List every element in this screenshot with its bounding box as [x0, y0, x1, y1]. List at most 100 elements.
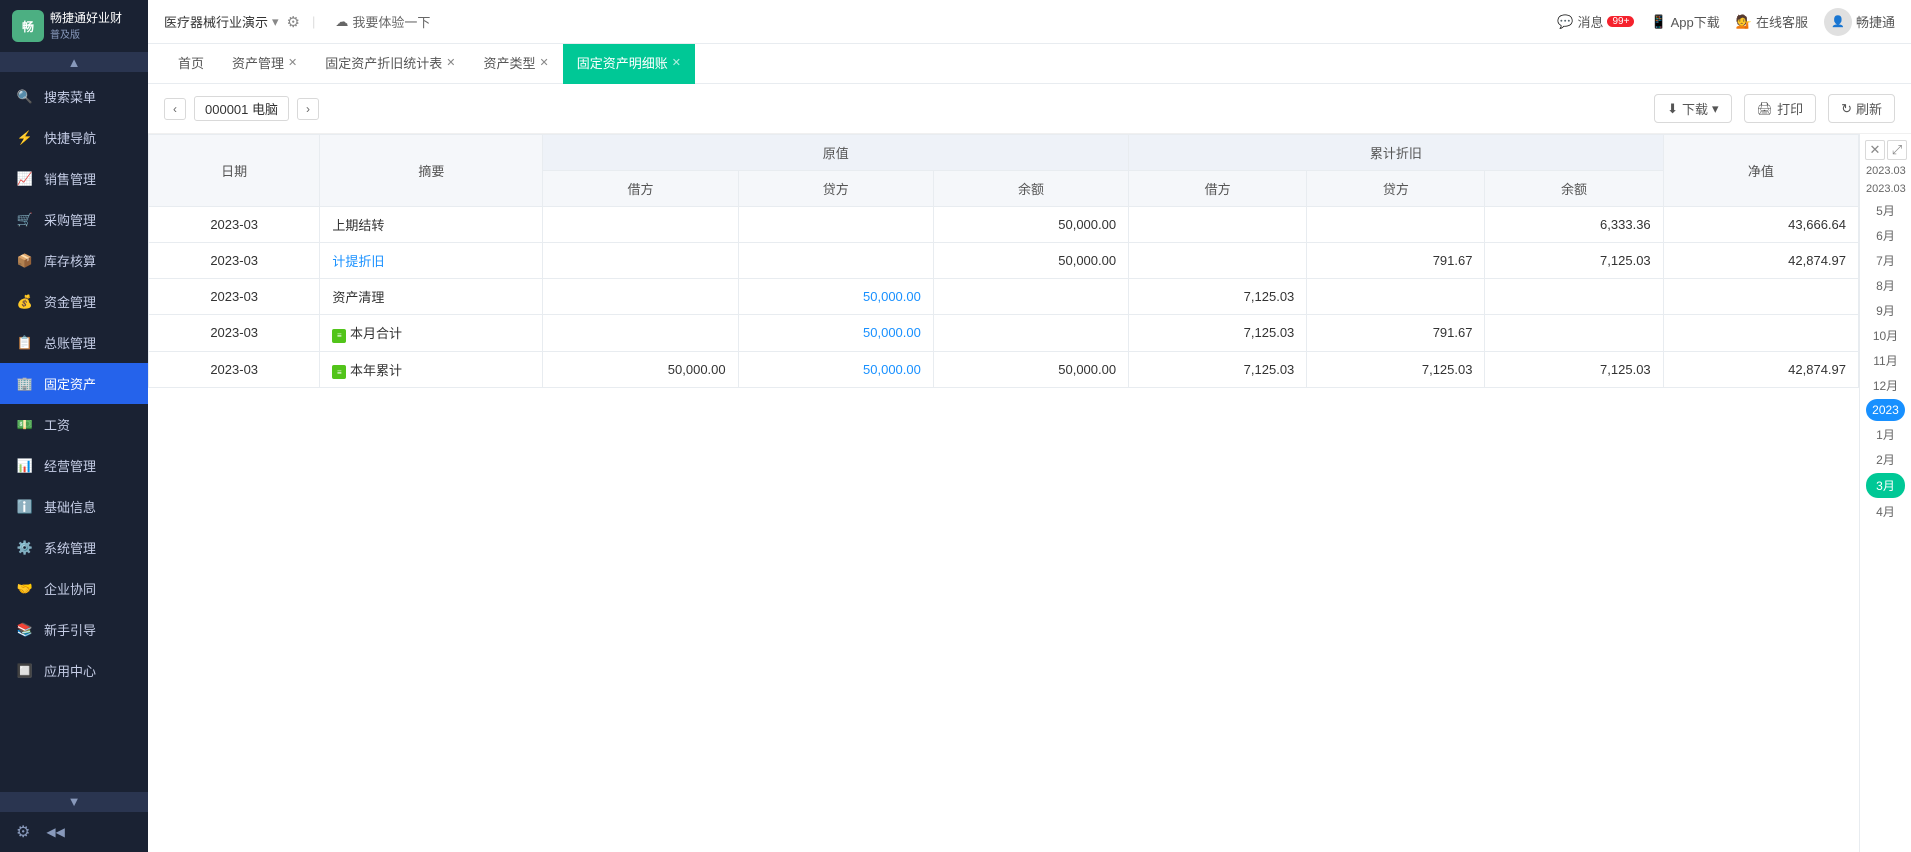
tab-asset-type[interactable]: 资产类型 ✕	[469, 44, 562, 84]
sidebar-item-sales[interactable]: 📈 销售管理	[0, 158, 148, 199]
experience-btn[interactable]: ☁ 我要体验一下	[335, 12, 430, 31]
cell-accum-debit: 7,125.03	[1129, 351, 1307, 388]
sidebar-scroll-up[interactable]: ▲	[0, 53, 148, 72]
row-icon: ≡	[332, 329, 346, 343]
avatar: 👤	[1824, 8, 1852, 36]
cell-orig-debit	[543, 279, 738, 315]
settings-gear-icon[interactable]: ⚙	[287, 13, 300, 31]
messages-btn[interactable]: 💬 消息 99+	[1557, 12, 1634, 31]
cell-date: 2023-03	[149, 315, 320, 352]
cell-accum-balance: 6,333.36	[1485, 207, 1663, 243]
sidebar-scroll-down[interactable]: ▼	[0, 792, 148, 811]
settings-icon[interactable]: ⚙	[16, 822, 30, 842]
panel-close-btn[interactable]: ✕	[1865, 140, 1885, 160]
tab-home[interactable]: 首页	[164, 44, 218, 84]
prev-asset-btn[interactable]: ‹	[164, 98, 186, 120]
timeline-month-item[interactable]: 9月	[1862, 298, 1909, 323]
next-asset-btn[interactable]: ›	[297, 98, 319, 120]
timeline-month-item[interactable]: 2月	[1862, 447, 1909, 472]
cell-accum-credit: 791.67	[1307, 243, 1485, 279]
panel-expand-btn[interactable]: ⤢	[1887, 140, 1907, 160]
timeline-month-item[interactable]: 2023	[1866, 399, 1905, 421]
sidebar-item-operations[interactable]: 📊 经营管理	[0, 445, 148, 486]
cell-accum-credit: 7,125.03	[1307, 351, 1485, 388]
company-selector[interactable]: 医疗器械行业演示 ▾	[164, 12, 279, 31]
tab-close-icon[interactable]: ✕	[540, 56, 549, 69]
timeline-month-item[interactable]: 5月	[1862, 198, 1909, 223]
th-accum-debit: 借方	[1129, 171, 1307, 207]
cell-net-value: 42,874.97	[1663, 243, 1858, 279]
sidebar-item-inventory[interactable]: 📦 库存核算	[0, 240, 148, 281]
sidebar-item-finance[interactable]: 💰 资金管理	[0, 281, 148, 322]
timeline-month-item[interactable]: 4月	[1862, 499, 1909, 524]
sidebar-item-basicinfo[interactable]: ℹ️ 基础信息	[0, 486, 148, 527]
timeline-month-item[interactable]: 3月	[1866, 473, 1905, 498]
cell-accum-balance: 7,125.03	[1485, 351, 1663, 388]
cell-orig-credit: 50,000.00	[738, 279, 933, 315]
cell-date: 2023-03	[149, 243, 320, 279]
sidebar-item-purchase[interactable]: 🛒 采购管理	[0, 199, 148, 240]
timeline-month-item[interactable]: 10月	[1862, 323, 1909, 348]
sidebar-item-search[interactable]: 🔍 搜索菜单	[0, 76, 148, 117]
th-summary: 摘要	[320, 135, 543, 207]
th-accum-balance: 余额	[1485, 171, 1663, 207]
tab-close-icon[interactable]: ✕	[446, 56, 455, 69]
tab-asset-mgmt-label: 资产管理	[232, 53, 284, 72]
tab-depreciation-stats[interactable]: 固定资产折旧统计表 ✕	[311, 44, 469, 84]
tab-asset-mgmt[interactable]: 资产管理 ✕	[218, 44, 311, 84]
th-accum-credit: 贷方	[1307, 171, 1485, 207]
tab-close-icon[interactable]: ✕	[672, 56, 681, 69]
cell-orig-credit: 50,000.00	[738, 315, 933, 352]
cooperation-icon: 🤝	[16, 580, 34, 598]
cell-accum-credit	[1307, 279, 1485, 315]
main-area: 医疗器械行业演示 ▾ ⚙ | ☁ 我要体验一下 💬 消息 99+ 📱 App下载…	[148, 0, 1911, 852]
timeline-top-2: 2023.03	[1860, 180, 1911, 198]
download-btn[interactable]: ⬇ 下载 ▾	[1654, 94, 1731, 123]
sidebar-item-label: 库存核算	[44, 251, 96, 270]
cell-summary: ≡ 本月合计	[320, 315, 543, 352]
service-icon: 💁	[1736, 14, 1752, 30]
sidebar-item-label: 搜索菜单	[44, 87, 96, 106]
sidebar-item-label: 采购管理	[44, 210, 96, 229]
cell-accum-debit: 7,125.03	[1129, 315, 1307, 352]
print-btn[interactable]: 🖨 打印	[1744, 94, 1817, 123]
timeline-month-item[interactable]: 6月	[1862, 223, 1909, 248]
cell-orig-credit: 50,000.00	[738, 351, 933, 388]
tab-asset-detail-label: 固定资产明细账	[577, 53, 668, 72]
salary-icon: 💵	[16, 416, 34, 434]
sidebar-item-quicknav[interactable]: ⚡ 快捷导航	[0, 117, 148, 158]
sidebar-item-ledger[interactable]: 📋 总账管理	[0, 322, 148, 363]
user-profile[interactable]: 👤 畅捷通	[1824, 8, 1895, 36]
dropdown-icon: ▾	[272, 14, 279, 30]
tab-asset-detail[interactable]: 固定资产明细账 ✕	[563, 44, 695, 84]
cell-accum-debit: 7,125.03	[1129, 279, 1307, 315]
sidebar-item-salary[interactable]: 💵 工资	[0, 404, 148, 445]
customer-service-btn[interactable]: 💁 在线客服	[1736, 12, 1808, 31]
divider: |	[312, 14, 315, 29]
app-download-btn[interactable]: 📱 App下载	[1650, 12, 1719, 31]
timeline-month-item[interactable]: 1月	[1862, 422, 1909, 447]
sidebar-item-cooperation[interactable]: 🤝 企业协同	[0, 568, 148, 609]
search-icon: 🔍	[16, 88, 34, 106]
tab-close-icon[interactable]: ✕	[288, 56, 297, 69]
sidebar-logo: 畅 畅捷通好业财 普及版	[0, 0, 148, 53]
timeline-month-item[interactable]: 12月	[1862, 373, 1909, 398]
collapse-icon[interactable]: ◀◀	[46, 825, 64, 839]
sidebar-item-label: 系统管理	[44, 538, 96, 557]
timeline-month-item[interactable]: 11月	[1862, 348, 1909, 373]
sidebar-item-guide[interactable]: 📚 新手引导	[0, 609, 148, 650]
sidebar-item-apps[interactable]: 🔲 应用中心	[0, 650, 148, 691]
timeline-month-item[interactable]: 8月	[1862, 273, 1909, 298]
timeline-month-item[interactable]: 7月	[1862, 248, 1909, 273]
sidebar-item-system[interactable]: ⚙️ 系统管理	[0, 527, 148, 568]
cell-orig-balance	[933, 279, 1128, 315]
sidebar-item-fixedassets[interactable]: 🏢 固定资产	[0, 363, 148, 404]
cell-summary: 上期结转	[320, 207, 543, 243]
logo-subtitle: 普及版	[50, 26, 122, 41]
toolbar-left: ‹ 000001 电脑 ›	[164, 96, 319, 121]
cell-date: 2023-03	[149, 279, 320, 315]
message-icon: 💬	[1557, 14, 1573, 30]
refresh-btn[interactable]: ↻ 刷新	[1828, 94, 1895, 123]
cell-orig-balance: 50,000.00	[933, 243, 1128, 279]
table-main: 日期 摘要 原值 累计折旧 净值 借方 贷方 余额 借方 贷方 余额	[148, 134, 1859, 852]
